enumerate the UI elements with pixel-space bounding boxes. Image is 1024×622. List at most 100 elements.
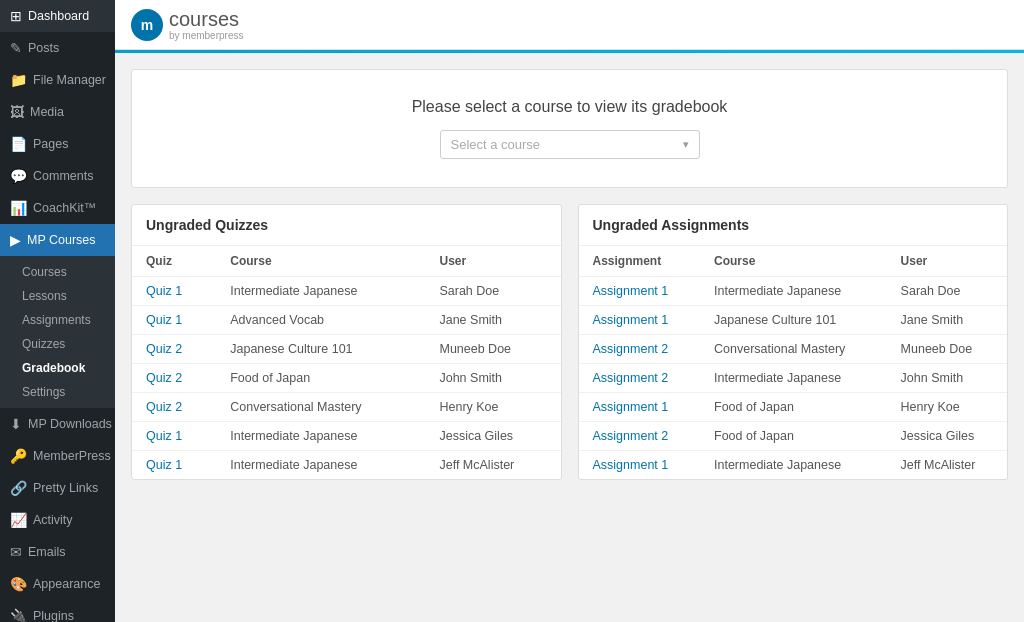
appearance-icon: 🎨	[10, 576, 27, 592]
ungraded-assignments-card: Ungraded Assignments Assignment Course U…	[578, 204, 1009, 480]
logo-text-area: courses by memberpress	[169, 8, 243, 41]
quiz-link[interactable]: Quiz 1	[146, 429, 182, 443]
table-row: Assignment 1 Food of Japan Henry Koe	[579, 393, 1008, 422]
coachkit-icon: 📊	[10, 200, 27, 216]
assignment-link[interactable]: Assignment 1	[593, 458, 669, 472]
sidebar-item-plugins[interactable]: 🔌 Plugins	[0, 600, 115, 622]
assignment-link[interactable]: Assignment 2	[593, 371, 669, 385]
course-cell: Intermediate Japanese	[216, 277, 425, 306]
mp-courses-submenu: Courses Lessons Assignments Quizzes Grad…	[0, 256, 115, 408]
table-row: Quiz 2 Food of Japan John Smith	[132, 364, 561, 393]
select-panel: Please select a course to view its grade…	[131, 69, 1008, 188]
logo-text: courses	[169, 8, 239, 30]
sidebar-item-appearance[interactable]: 🎨 Appearance	[0, 568, 115, 600]
sidebar-label: Activity	[33, 513, 73, 527]
sidebar-item-memberpress[interactable]: 🔑 MemberPress	[0, 440, 115, 472]
quiz-link[interactable]: Quiz 2	[146, 371, 182, 385]
sidebar-label: Posts	[28, 41, 59, 55]
course-select-placeholder: Select a course	[451, 137, 541, 152]
table-row: Assignment 1 Intermediate Japanese Sarah…	[579, 277, 1008, 306]
sidebar-item-media[interactable]: 🖼 Media	[0, 96, 115, 128]
user-cell: Muneeb Doe	[887, 335, 1007, 364]
main-content: m courses by memberpress Please select a…	[115, 0, 1024, 622]
downloads-icon: ⬇	[10, 416, 22, 432]
table-row: Assignment 2 Food of Japan Jessica Giles	[579, 422, 1008, 451]
table-row: Assignment 1 Intermediate Japanese Jeff …	[579, 451, 1008, 480]
course-cell: Intermediate Japanese	[700, 277, 887, 306]
course-select-dropdown[interactable]: Select a course ▾	[440, 130, 700, 159]
sidebar-item-mp-courses[interactable]: ▶ MP Courses	[0, 224, 115, 256]
sidebar-item-quizzes[interactable]: Quizzes	[0, 332, 115, 356]
emails-icon: ✉	[10, 544, 22, 560]
user-cell: Jessica Giles	[425, 422, 560, 451]
sidebar-label: Pretty Links	[33, 481, 98, 495]
sidebar-label: MP Courses	[27, 233, 96, 247]
sidebar-item-pages[interactable]: 📄 Pages	[0, 128, 115, 160]
quizzes-table: Quiz Course User Quiz 1 Intermediate Jap…	[132, 246, 561, 479]
user-col-header: User	[425, 246, 560, 277]
course-col-header: Course	[216, 246, 425, 277]
media-icon: 🖼	[10, 104, 24, 120]
assignment-link[interactable]: Assignment 1	[593, 284, 669, 298]
sidebar-item-file-manager[interactable]: 📁 File Manager	[0, 64, 115, 96]
sidebar-label: Appearance	[33, 577, 100, 591]
course-cell: Japanese Culture 101	[700, 306, 887, 335]
assignment-link[interactable]: Assignment 1	[593, 313, 669, 327]
table-row: Quiz 1 Intermediate Japanese Jessica Gil…	[132, 422, 561, 451]
assignment-link[interactable]: Assignment 1	[593, 400, 669, 414]
pages-icon: 📄	[10, 136, 27, 152]
assignment-link[interactable]: Assignment 2	[593, 429, 669, 443]
posts-icon: ✎	[10, 40, 22, 56]
sidebar-label: Plugins	[33, 609, 74, 622]
table-row: Quiz 1 Advanced Vocab Jane Smith	[132, 306, 561, 335]
assignment-link[interactable]: Assignment 2	[593, 342, 669, 356]
sidebar-item-courses[interactable]: Courses	[0, 260, 115, 284]
sidebar-label: Comments	[33, 169, 93, 183]
sidebar-item-emails[interactable]: ✉ Emails	[0, 536, 115, 568]
sidebar-item-gradebook[interactable]: Gradebook	[0, 356, 115, 380]
sidebar-item-coachkit[interactable]: 📊 CoachKit™	[0, 192, 115, 224]
select-panel-title: Please select a course to view its grade…	[152, 98, 987, 116]
course-col-header-a: Course	[700, 246, 887, 277]
sidebar: ⊞ Dashboard ✎ Posts 📁 File Manager 🖼 Med…	[0, 0, 115, 622]
table-row: Quiz 2 Conversational Mastery Henry Koe	[132, 393, 561, 422]
sidebar-item-assignments[interactable]: Assignments	[0, 308, 115, 332]
logo-area: m courses by memberpress	[131, 8, 243, 41]
ungraded-quizzes-card: Ungraded Quizzes Quiz Course User Quiz 1…	[131, 204, 562, 480]
quiz-link[interactable]: Quiz 1	[146, 458, 182, 472]
sidebar-item-lessons[interactable]: Lessons	[0, 284, 115, 308]
course-cell: Food of Japan	[700, 422, 887, 451]
table-row: Assignment 1 Japanese Culture 101 Jane S…	[579, 306, 1008, 335]
ungraded-quizzes-title: Ungraded Quizzes	[132, 205, 561, 246]
course-cell: Intermediate Japanese	[216, 451, 425, 480]
sidebar-item-pretty-links[interactable]: 🔗 Pretty Links	[0, 472, 115, 504]
sidebar-item-dashboard[interactable]: ⊞ Dashboard	[0, 0, 115, 32]
quiz-link[interactable]: Quiz 2	[146, 400, 182, 414]
content-area: Please select a course to view its grade…	[115, 53, 1024, 496]
logo-sub: by memberpress	[169, 31, 243, 41]
topbar: m courses by memberpress	[115, 0, 1024, 50]
sidebar-item-comments[interactable]: 💬 Comments	[0, 160, 115, 192]
user-cell: Jane Smith	[887, 306, 1007, 335]
user-cell: Muneeb Doe	[425, 335, 560, 364]
course-cell: Intermediate Japanese	[700, 364, 887, 393]
sidebar-label: Media	[30, 105, 64, 119]
sidebar-item-activity[interactable]: 📈 Activity	[0, 504, 115, 536]
plugins-icon: 🔌	[10, 608, 27, 622]
sidebar-label: CoachKit™	[33, 201, 96, 215]
sidebar-item-mp-downloads[interactable]: ⬇ MP Downloads	[0, 408, 115, 440]
quiz-link[interactable]: Quiz 1	[146, 284, 182, 298]
sidebar-item-settings[interactable]: Settings	[0, 380, 115, 404]
user-col-header-a: User	[887, 246, 1007, 277]
quiz-col-header: Quiz	[132, 246, 216, 277]
activity-icon: 📈	[10, 512, 27, 528]
quiz-link[interactable]: Quiz 1	[146, 313, 182, 327]
course-cell: Food of Japan	[700, 393, 887, 422]
course-cell: Intermediate Japanese	[216, 422, 425, 451]
sidebar-item-posts[interactable]: ✎ Posts	[0, 32, 115, 64]
sidebar-label: Dashboard	[28, 9, 89, 23]
sidebar-label: MP Downloads	[28, 417, 112, 431]
quiz-link[interactable]: Quiz 2	[146, 342, 182, 356]
folder-icon: 📁	[10, 72, 27, 88]
assignment-col-header: Assignment	[579, 246, 701, 277]
